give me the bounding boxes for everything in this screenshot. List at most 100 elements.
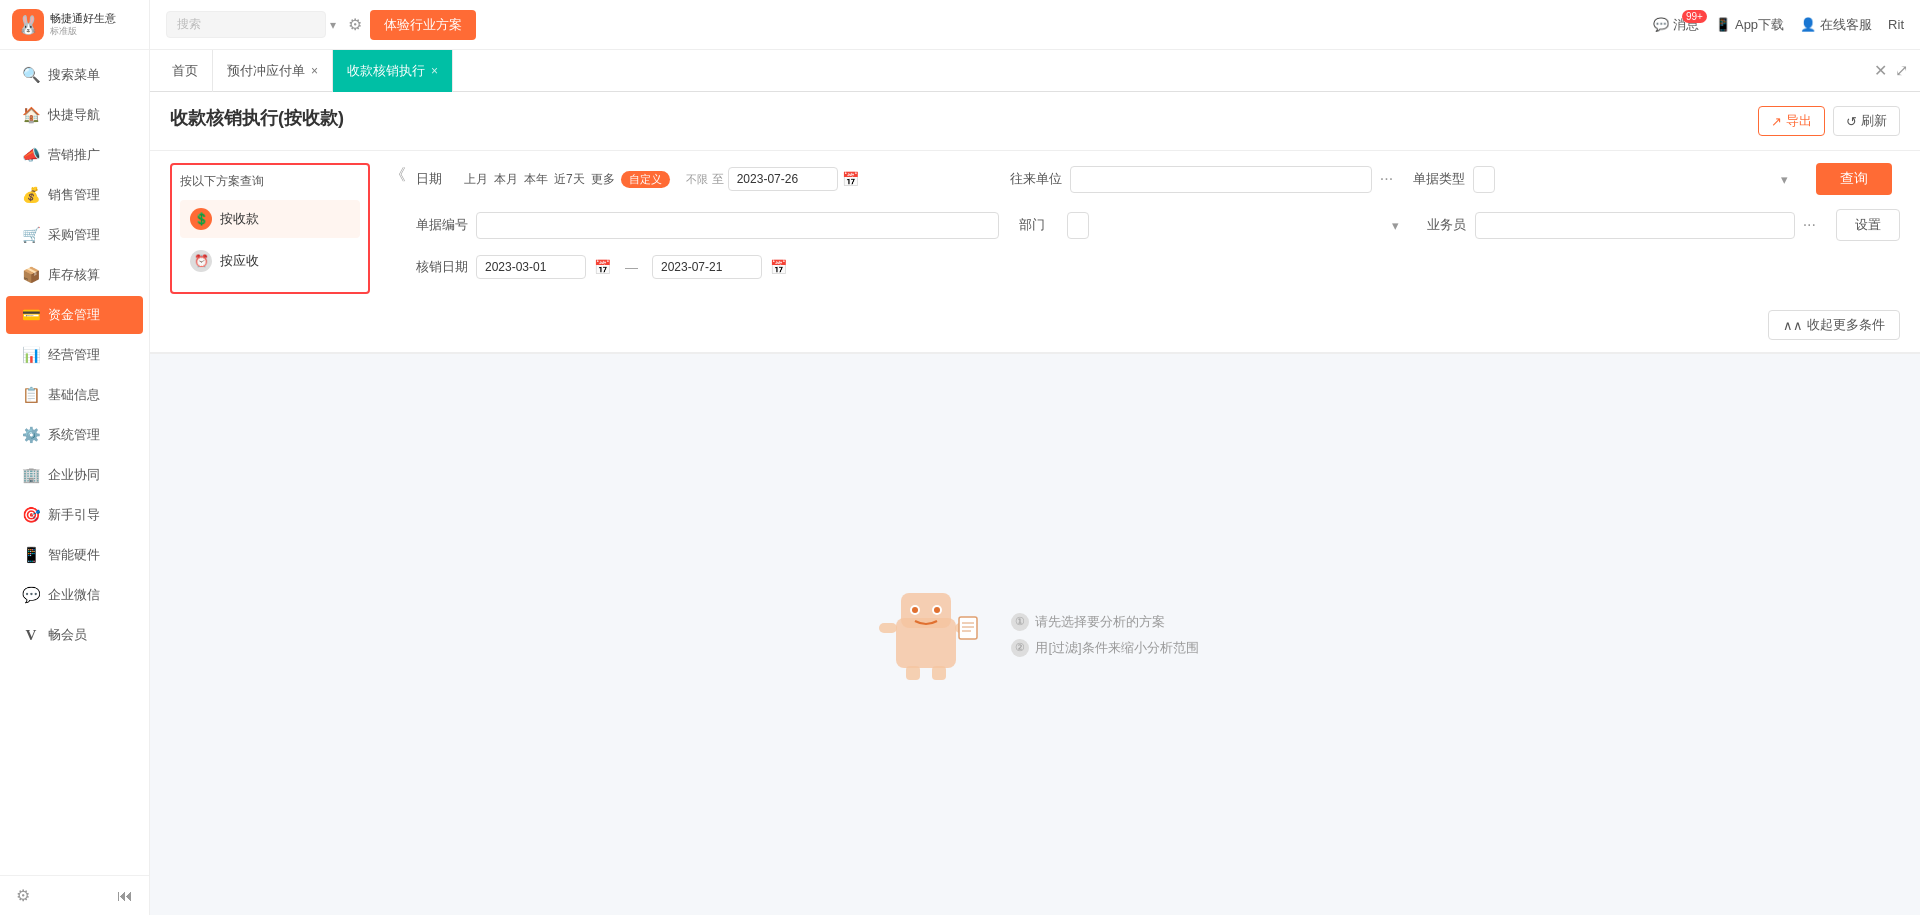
sidebar-item-quick[interactable]: 🏠 快捷导航 [6,96,143,134]
date-shortcuts: 上月 本月 本年 近7天 更多 自定义 [464,171,670,188]
bill-type-select[interactable] [1473,166,1495,193]
sidebar-item-wechat-label: 企业微信 [48,586,100,604]
chat-icon: 💬 [22,586,40,604]
date-7days[interactable]: 近7天 [554,171,585,188]
receivable-icon: ⏰ [190,250,212,272]
date-this-year[interactable]: 本年 [524,171,548,188]
date-start-calendar-icon[interactable]: 📅 [842,171,859,187]
verify-date-end-cal-icon[interactable]: 📅 [770,259,787,275]
topbar-right: 💬 消息 99+ 📱 App下载 👤 在线客服 Rit [1653,16,1904,34]
empty-step2: ② 用[过滤]条件来缩小分析范围 [1011,639,1198,657]
sidebar-item-marketing[interactable]: 📣 营销推广 [6,136,143,174]
logo-sub: 标准版 [50,25,116,38]
app-download-button[interactable]: 📱 App下载 [1715,16,1784,34]
solution-button[interactable]: 体验行业方案 [370,10,476,40]
filter-row-2: 单据编号 部门 业务员 ··· [416,209,1900,241]
sidebar-item-hardware[interactable]: 📱 智能硬件 [6,536,143,574]
sidebar-item-system-label: 系统管理 [48,426,100,444]
setting-button[interactable]: 设置 [1836,209,1900,241]
counterparty-input[interactable] [1070,166,1372,193]
dept-label: 部门 [1019,216,1059,234]
app-label: App下载 [1735,16,1784,34]
sidebar-item-member[interactable]: V 畅会员 [6,616,143,654]
refresh-button[interactable]: ↺ 刷新 [1833,106,1900,136]
salesperson-field: 业务员 ··· [1427,212,1816,239]
app-logo: 🐰 畅捷通好生意 标准版 [0,0,149,50]
verify-date-label: 核销日期 [416,258,468,276]
sidebar-bottom: ⚙ ⏮ [0,875,149,915]
tab-receipt[interactable]: 收款核销执行 × [333,50,453,92]
step2-num: ② [1011,639,1029,657]
collapse-more-button[interactable]: ∧∧ 收起更多条件 [1768,310,1900,340]
settings-bottom-icon[interactable]: ⚙ [16,886,30,905]
tab-prepay[interactable]: 预付冲应付单 × [213,50,333,92]
date-last-month[interactable]: 上月 [464,171,488,188]
tab-expand-button[interactable]: ⤢ [1895,61,1908,80]
export-button[interactable]: ↗ 导出 [1758,106,1825,136]
refresh-icon: ↺ [1846,114,1857,129]
empty-step1-label: 请先选择要分析的方案 [1035,613,1165,631]
message-icon: 💬 [1653,17,1669,32]
sidebar-item-funds[interactable]: 💳 资金管理 [6,296,143,334]
svg-rect-9 [932,666,946,680]
message-button[interactable]: 💬 消息 99+ [1653,16,1699,34]
tab-receipt-close-icon[interactable]: × [431,64,438,78]
filter-area: 按以下方案查询 💲 按收款 ⏰ 按应收 《 [150,151,1920,306]
tab-receipt-label: 收款核销执行 [347,62,425,80]
home-icon: 🏠 [22,106,40,124]
sidebar-item-inventory[interactable]: 📦 库存核算 [6,256,143,294]
verify-date-field: 核销日期 📅 — 📅 [416,255,1900,279]
verify-date-start-input[interactable] [476,255,586,279]
v-icon: V [22,627,40,644]
verify-date-end-input[interactable] [652,255,762,279]
page-title: 收款核销执行(按收款) [170,106,344,144]
topbar-search-box[interactable]: 搜索 [166,11,326,38]
sidebar-item-sales[interactable]: 💰 销售管理 [6,176,143,214]
phone-icon: 📱 [22,546,40,564]
salesperson-input[interactable] [1475,212,1794,239]
tab-close-button[interactable]: ✕ [1874,61,1887,80]
query-button[interactable]: 查询 [1816,163,1892,195]
topbar-gear-icon[interactable]: ⚙ [348,15,362,34]
verify-date-separator: — [625,260,638,275]
empty-illustration [871,583,981,686]
clipboard-icon: 📋 [22,386,40,404]
salesperson-more-icon[interactable]: ··· [1803,216,1816,234]
empty-step1: ① 请先选择要分析的方案 [1011,613,1198,631]
user-profile[interactable]: Rit [1888,17,1904,32]
filter-option-receivable[interactable]: ⏰ 按应收 [180,242,360,280]
collapse-panel-button[interactable]: 《 [390,165,406,186]
date-custom-badge[interactable]: 自定义 [621,171,670,188]
bill-no-field: 单据编号 [416,212,999,239]
box-icon: 📦 [22,266,40,284]
sidebar-item-enterprise[interactable]: 🏢 企业协同 [6,456,143,494]
sidebar-collapse-btn[interactable]: ⏮ [117,887,133,905]
sidebar-item-basic[interactable]: 📋 基础信息 [6,376,143,414]
online-service-button[interactable]: 👤 在线客服 [1800,16,1872,34]
tab-home[interactable]: 首页 [158,50,213,92]
sidebar-item-guide[interactable]: 🎯 新手引导 [6,496,143,534]
sidebar-item-funds-label: 资金管理 [48,306,100,324]
sidebar-item-purchase[interactable]: 🛒 采购管理 [6,216,143,254]
topbar: 搜索 ▾ ⚙ 体验行业方案 💬 消息 99+ 📱 App下载 👤 在线客服 Ri… [150,0,1920,50]
date-start-input[interactable] [728,167,838,191]
filter-option-receipt[interactable]: 💲 按收款 [180,200,360,238]
sidebar-item-search[interactable]: 🔍 搜索菜单 [6,56,143,94]
date-this-month[interactable]: 本月 [494,171,518,188]
date-more[interactable]: 更多 [591,171,615,188]
counterparty-more-icon[interactable]: ··· [1380,170,1393,188]
bill-no-input[interactable] [476,212,999,239]
sidebar-item-operation[interactable]: 📊 经营管理 [6,336,143,374]
target-icon: 🎯 [22,506,40,524]
dept-select[interactable] [1067,212,1089,239]
topbar-left: 搜索 ▾ ⚙ 体验行业方案 [166,10,1641,40]
sidebar-item-system[interactable]: ⚙️ 系统管理 [6,416,143,454]
bill-type-select-wrap [1473,166,1796,193]
sidebar: 🐰 畅捷通好生意 标准版 🔍 搜索菜单 🏠 快捷导航 📣 营销推广 💰 销售管理… [0,0,150,915]
dropdown-arrow-icon[interactable]: ▾ [330,18,336,32]
tab-prepay-close-icon[interactable]: × [311,64,318,78]
sidebar-item-wechat[interactable]: 💬 企业微信 [6,576,143,614]
svg-point-4 [912,607,918,613]
verify-date-start-cal-icon[interactable]: 📅 [594,259,611,275]
dept-field: 部门 [1019,212,1408,239]
